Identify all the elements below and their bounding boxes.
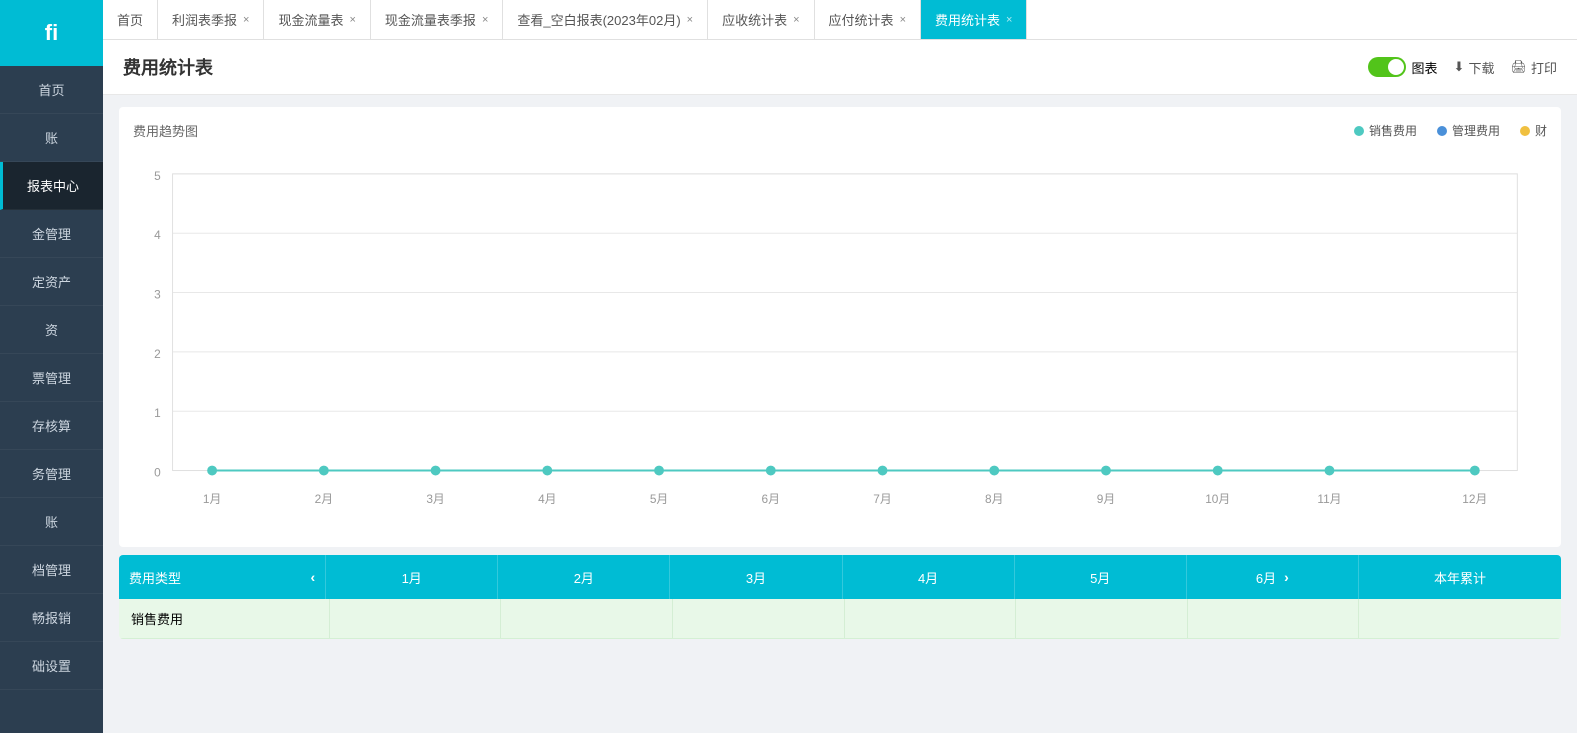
td-jun-sales — [1188, 599, 1360, 638]
svg-text:6月: 6月 — [762, 492, 780, 506]
th-apr: 4月 — [843, 555, 1015, 599]
sidebar-item-inventory[interactable]: 存核算 — [0, 402, 103, 450]
td-ytd-sales — [1359, 599, 1561, 638]
td-mar-sales — [673, 599, 845, 638]
svg-text:7月: 7月 — [873, 492, 891, 506]
legend-admin: 管理费用 — [1437, 122, 1500, 139]
td-apr-sales — [845, 599, 1017, 638]
sidebar-item-ledger[interactable]: 账 — [0, 498, 103, 546]
svg-text:0: 0 — [154, 465, 161, 479]
legend-label-sales: 销售费用 — [1369, 122, 1417, 139]
tab-close-receivable[interactable]: × — [793, 14, 799, 26]
sidebar-item-account[interactable]: 账 — [0, 114, 103, 162]
sidebar-item-home[interactable]: 首页 — [0, 66, 103, 114]
svg-text:10月: 10月 — [1205, 492, 1230, 506]
sidebar-item-business[interactable]: 务管理 — [0, 450, 103, 498]
header-actions: 图表 ⬇ 下载 🖨 打印 — [1368, 57, 1557, 77]
tab-close-payable[interactable]: × — [900, 14, 906, 26]
table-header-row: 费用类型 ‹ 1月 2月 3月 4月 5月 6月 › 本年累计 — [119, 555, 1561, 599]
chart-svg: 5 4 3 2 1 0 — [133, 150, 1547, 530]
th-mar: 3月 — [670, 555, 842, 599]
sidebar-logo: fi — [0, 0, 103, 66]
svg-text:12月: 12月 — [1462, 492, 1487, 506]
legend-label-finance: 财 — [1535, 122, 1547, 139]
svg-text:5月: 5月 — [650, 492, 668, 506]
tab-cashflow[interactable]: 现金流量表 × — [264, 0, 370, 40]
table-row-sales: 销售费用 — [119, 599, 1561, 639]
svg-text:3月: 3月 — [426, 492, 444, 506]
tab-profit-quarterly[interactable]: 利润表季报 × — [158, 0, 264, 40]
print-button[interactable]: 🖨 打印 — [1510, 58, 1557, 77]
sidebar-item-assets[interactable]: 定资产 — [0, 258, 103, 306]
svg-text:3: 3 — [154, 287, 161, 301]
sidebar: fi 首页 账 报表中心 金管理 定资产 资 票管理 存核算 务管理 账 档管理… — [0, 0, 103, 733]
svg-text:2: 2 — [154, 347, 161, 361]
svg-text:4: 4 — [154, 228, 161, 242]
tab-close-blank-report[interactable]: × — [687, 14, 693, 26]
td-jan-sales — [330, 599, 502, 638]
tab-cashflow-quarterly[interactable]: 现金流量表季报 × — [371, 0, 503, 40]
tab-bar: 首页 利润表季报 × 现金流量表 × 现金流量表季报 × 查看_空白报表(202… — [103, 0, 1577, 40]
legend-dot-admin — [1437, 126, 1447, 136]
tab-payable[interactable]: 应付统计表 × — [815, 0, 921, 40]
th-type-label: 费用类型 — [129, 568, 181, 587]
download-button[interactable]: ⬇ 下载 — [1454, 58, 1495, 77]
table-section: 费用类型 ‹ 1月 2月 3月 4月 5月 6月 › 本年累计 销售费用 — [119, 555, 1561, 639]
main-area: 首页 利润表季报 × 现金流量表 × 现金流量表季报 × 查看_空白报表(202… — [103, 0, 1577, 733]
tab-close-cashflow-quarterly[interactable]: × — [482, 14, 488, 26]
sidebar-item-archive[interactable]: 档管理 — [0, 546, 103, 594]
chart-svg-container: 5 4 3 2 1 0 — [133, 150, 1547, 533]
svg-text:9月: 9月 — [1097, 492, 1115, 506]
svg-text:1: 1 — [154, 406, 161, 420]
sidebar-item-invoices[interactable]: 票管理 — [0, 354, 103, 402]
sidebar-item-expense[interactable]: 畅报销 — [0, 594, 103, 642]
svg-text:11月: 11月 — [1317, 492, 1341, 506]
legend-label-admin: 管理费用 — [1452, 122, 1500, 139]
legend-sales: 销售费用 — [1354, 122, 1417, 139]
tab-close-profit-quarterly[interactable]: × — [243, 14, 249, 26]
svg-text:4月: 4月 — [538, 492, 556, 506]
legend-dot-finance — [1520, 126, 1530, 136]
prev-arrow[interactable]: ‹ — [310, 569, 315, 585]
chart-toggle-label: 图表 — [1412, 58, 1438, 77]
legend-finance: 财 — [1520, 122, 1547, 139]
chart-title: 费用趋势图 — [133, 121, 198, 140]
th-may: 5月 — [1015, 555, 1187, 599]
page-title: 费用统计表 — [123, 54, 213, 80]
th-ytd: 本年累计 — [1359, 555, 1561, 599]
th-jun: 6月 › — [1187, 555, 1359, 599]
tab-home[interactable]: 首页 — [103, 0, 158, 40]
chart-section: 费用趋势图 销售费用 管理费用 财 — [119, 107, 1561, 547]
sidebar-item-finance[interactable]: 金管理 — [0, 210, 103, 258]
tab-close-cashflow[interactable]: × — [349, 14, 355, 26]
sidebar-item-capital[interactable]: 资 — [0, 306, 103, 354]
next-arrow[interactable]: › — [1284, 569, 1289, 585]
content-area: 费用统计表 图表 ⬇ 下载 🖨 打印 费用趋势图 — [103, 40, 1577, 733]
page-header: 费用统计表 图表 ⬇ 下载 🖨 打印 — [103, 40, 1577, 95]
tab-expense[interactable]: 费用统计表 × — [921, 0, 1027, 40]
chart-toggle-wrap: 图表 — [1368, 57, 1438, 77]
print-icon: 🖨 — [1510, 59, 1527, 75]
chart-header: 费用趋势图 销售费用 管理费用 财 — [133, 121, 1547, 140]
svg-text:8月: 8月 — [985, 492, 1003, 506]
tab-close-expense[interactable]: × — [1006, 14, 1012, 26]
tab-receivable[interactable]: 应收统计表 × — [708, 0, 814, 40]
svg-text:1月: 1月 — [203, 492, 221, 506]
sidebar-item-reports[interactable]: 报表中心 — [0, 162, 103, 210]
chart-toggle[interactable] — [1368, 57, 1406, 77]
th-type: 费用类型 ‹ — [119, 555, 326, 599]
chart-legend: 销售费用 管理费用 财 — [1354, 122, 1547, 139]
svg-text:2月: 2月 — [315, 492, 333, 506]
legend-dot-sales — [1354, 126, 1364, 136]
th-jan: 1月 — [326, 555, 498, 599]
th-feb: 2月 — [498, 555, 670, 599]
tab-blank-report[interactable]: 查看_空白报表(2023年02月) × — [503, 0, 708, 40]
td-type-sales: 销售费用 — [119, 599, 330, 638]
sidebar-item-settings[interactable]: 础设置 — [0, 642, 103, 690]
td-may-sales — [1016, 599, 1188, 638]
download-icon: ⬇ — [1454, 59, 1465, 75]
svg-text:5: 5 — [154, 169, 161, 183]
td-feb-sales — [501, 599, 673, 638]
